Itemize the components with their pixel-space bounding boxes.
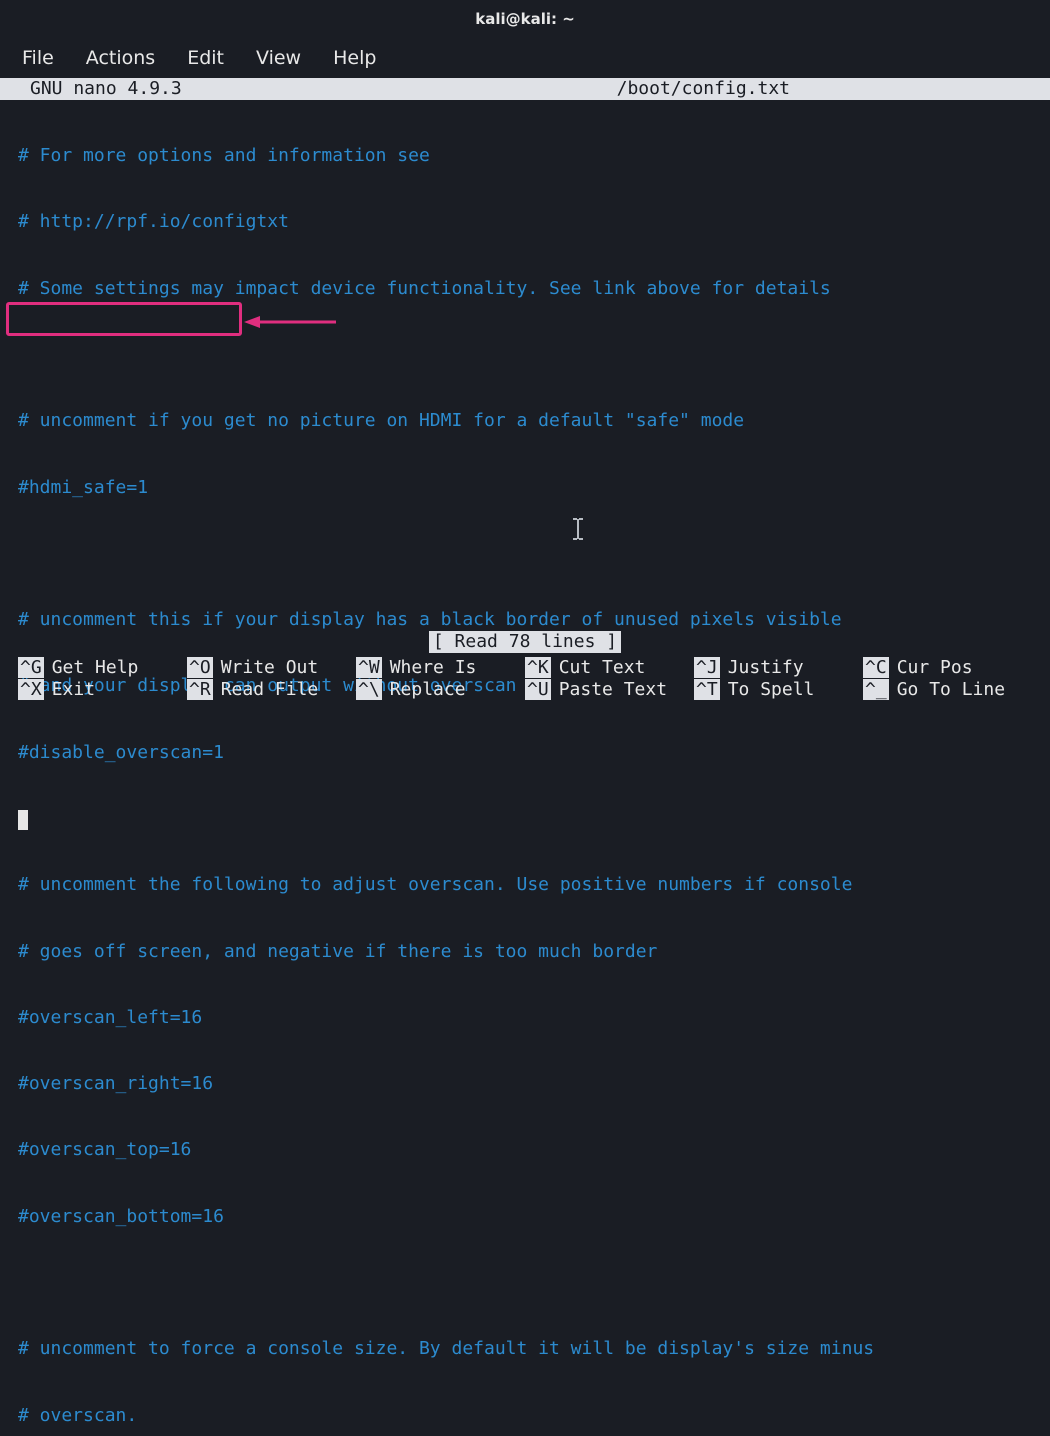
code-line: # overscan.: [18, 1405, 1032, 1427]
code-line: #overscan_right=16: [18, 1073, 1032, 1095]
menubar: File Actions Edit View Help: [0, 38, 1050, 78]
shortcut-key: ^K: [525, 657, 551, 678]
shortcut-label: Paste Text: [559, 679, 667, 700]
shortcut-replace[interactable]: ^\ Replace: [356, 678, 525, 700]
shortcut-label: Exit: [52, 679, 95, 700]
code-line: [18, 1272, 1032, 1294]
shortcut-paste-text[interactable]: ^U Paste Text: [525, 678, 694, 700]
nano-shortcuts: ^G Get Help ^O Write Out ^W Where Is ^K Cut …: [18, 656, 1032, 700]
shortcut-get-help[interactable]: ^G Get Help: [18, 656, 187, 678]
code-line: # uncomment to force a console size. By …: [18, 1338, 1032, 1360]
shortcut-key: ^R: [187, 679, 213, 700]
code-line: [18, 543, 1032, 565]
nano-status-line: [ Read 78 lines ]: [0, 631, 1050, 653]
code-line: # Some settings may impact device functi…: [18, 278, 1032, 300]
shortcut-label: Where Is: [390, 657, 477, 678]
nano-header: GNU nano 4.9.3 /boot/config.txt: [0, 78, 1050, 100]
code-line: # goes off screen, and negative if there…: [18, 941, 1032, 963]
shortcut-key: ^O: [187, 657, 213, 678]
shortcut-key: ^_: [863, 679, 889, 700]
code-line: #overscan_bottom=16: [18, 1206, 1032, 1228]
nano-file-path: /boot/config.txt: [617, 78, 1050, 100]
nano-app-name: GNU nano 4.9.3: [18, 78, 182, 100]
editor-area[interactable]: # For more options and information see #…: [0, 100, 1050, 1436]
code-line: #disable_overscan=1: [18, 742, 1032, 764]
nano-status-text: [ Read 78 lines ]: [429, 631, 621, 653]
shortcut-label: Cur Pos: [897, 657, 973, 678]
shortcut-exit[interactable]: ^X Exit: [18, 678, 187, 700]
shortcut-where-is[interactable]: ^W Where Is: [356, 656, 525, 678]
shortcut-key: ^X: [18, 679, 44, 700]
code-line: # http://rpf.io/configtxt: [18, 211, 1032, 233]
window-title: kali@kali: ~: [475, 10, 575, 28]
menu-file[interactable]: File: [22, 47, 54, 69]
shortcut-key: ^W: [356, 657, 382, 678]
code-line: # For more options and information see: [18, 145, 1032, 167]
shortcut-key: ^\: [356, 679, 382, 700]
menu-help[interactable]: Help: [333, 47, 376, 69]
shortcut-go-to-line[interactable]: ^_ Go To Line: [863, 678, 1032, 700]
shortcut-label: To Spell: [728, 679, 815, 700]
shortcut-label: Go To Line: [897, 679, 1005, 700]
shortcut-key: ^C: [863, 657, 889, 678]
shortcut-label: Read File: [221, 679, 319, 700]
shortcut-label: Replace: [390, 679, 466, 700]
shortcut-key: ^J: [694, 657, 720, 678]
nano-header-spacer: [182, 78, 617, 100]
code-line: #hdmi_safe=1: [18, 477, 1032, 499]
code-line: [18, 808, 1032, 830]
code-line: #overscan_left=16: [18, 1007, 1032, 1029]
shortcut-cut-text[interactable]: ^K Cut Text: [525, 656, 694, 678]
shortcut-label: Cut Text: [559, 657, 646, 678]
shortcut-key: ^G: [18, 657, 44, 678]
shortcut-to-spell[interactable]: ^T To Spell: [694, 678, 863, 700]
shortcut-label: Justify: [728, 657, 804, 678]
shortcut-cur-pos[interactable]: ^C Cur Pos: [863, 656, 1032, 678]
terminal-window: kali@kali: ~ File Actions Edit View Help…: [0, 0, 1050, 718]
shortcut-read-file[interactable]: ^R Read File: [187, 678, 356, 700]
code-line: # uncomment this if your display has a b…: [18, 609, 1032, 631]
menu-view[interactable]: View: [256, 47, 301, 69]
code-line: [18, 344, 1032, 366]
text-cursor-block: [18, 810, 28, 830]
code-line: # uncomment the following to adjust over…: [18, 874, 1032, 896]
shortcut-justify[interactable]: ^J Justify: [694, 656, 863, 678]
code-line: # uncomment if you get no picture on HDM…: [18, 410, 1032, 432]
code-line: #overscan_top=16: [18, 1139, 1032, 1161]
shortcut-key: ^U: [525, 679, 551, 700]
window-titlebar: kali@kali: ~: [0, 0, 1050, 38]
menu-actions[interactable]: Actions: [86, 47, 155, 69]
shortcut-label: Get Help: [52, 657, 139, 678]
menu-edit[interactable]: Edit: [187, 47, 224, 69]
shortcut-key: ^T: [694, 679, 720, 700]
shortcut-write-out[interactable]: ^O Write Out: [187, 656, 356, 678]
shortcut-label: Write Out: [221, 657, 319, 678]
